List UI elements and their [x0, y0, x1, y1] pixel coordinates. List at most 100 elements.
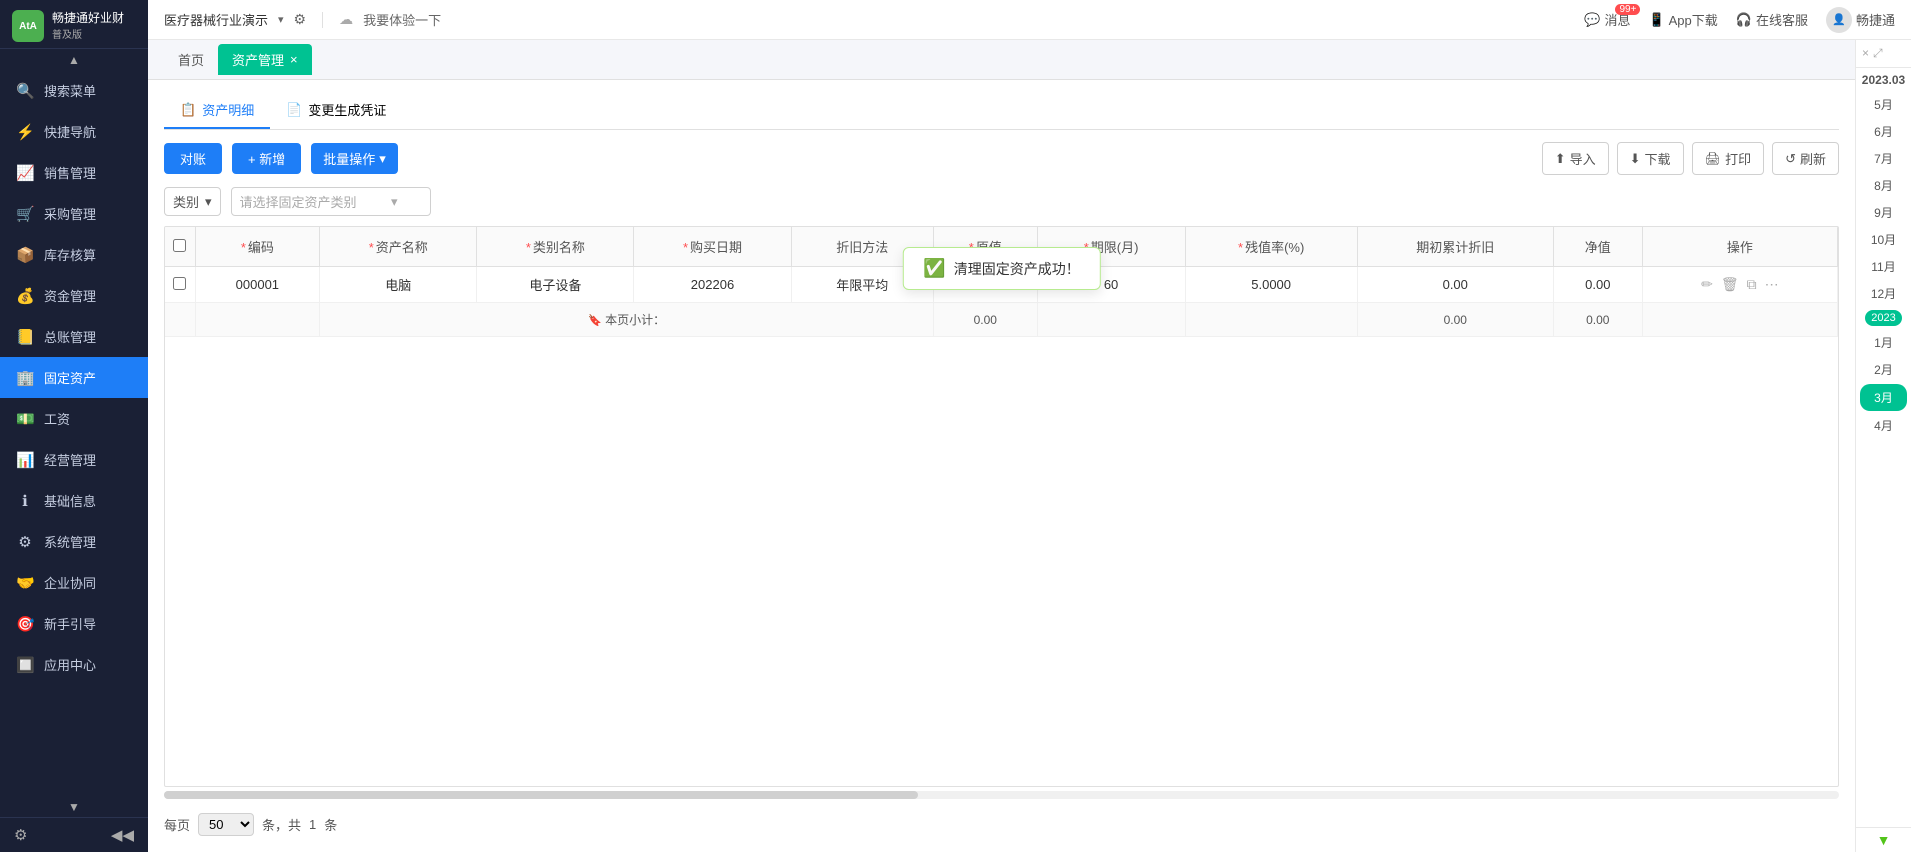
- topbar-right: 💬 消息 99+ 📱 App下载 🎧 在线客服 👤 畅捷通: [1584, 7, 1895, 33]
- sidebar-item-basic-info[interactable]: ℹ 基础信息: [0, 480, 148, 521]
- sidebar-item-label: 库存核算: [44, 245, 96, 264]
- month-3-current[interactable]: 3月: [1860, 384, 1907, 411]
- sidebar-item-label: 企业协同: [44, 573, 96, 592]
- month-6[interactable]: 6月: [1856, 118, 1911, 145]
- right-panel-close-icon[interactable]: ×: [1862, 46, 1869, 61]
- subtotal-label: 本页小计：: [605, 313, 665, 327]
- category-filter-select[interactable]: 类别 ▾: [164, 187, 221, 216]
- month-5[interactable]: 5月: [1856, 91, 1911, 118]
- delete-button[interactable]: 🗑: [1721, 276, 1739, 293]
- change-voucher-icon: 📄: [286, 102, 302, 118]
- sidebar-item-purchase[interactable]: 🛒 采购管理: [0, 193, 148, 234]
- experience-text[interactable]: 我要体验一下: [363, 10, 441, 29]
- print-button[interactable]: 🖨 打印: [1692, 142, 1765, 175]
- category-dropdown[interactable]: 请选择固定资产类别 ▾: [231, 187, 431, 216]
- month-2[interactable]: 2月: [1856, 356, 1911, 383]
- month-10[interactable]: 10月: [1856, 226, 1911, 253]
- app-download-button[interactable]: 📱 App下载: [1648, 10, 1717, 29]
- topbar-gear-icon[interactable]: ⚙: [294, 11, 307, 28]
- company-dropdown-icon[interactable]: ▾: [278, 13, 284, 26]
- collapse-icon[interactable]: ◀◀: [111, 826, 134, 844]
- user-button[interactable]: 👤 畅捷通: [1826, 7, 1895, 33]
- edit-button[interactable]: ✏: [1701, 276, 1713, 293]
- batch-ops-button[interactable]: 批量操作 ▾: [311, 143, 398, 174]
- subtotal-residual-rate: [1185, 303, 1357, 337]
- select-all-checkbox[interactable]: [173, 239, 186, 252]
- tab-asset-detail[interactable]: 📋 资产明细: [164, 92, 270, 129]
- sidebar-item-sales[interactable]: 📈 销售管理: [0, 152, 148, 193]
- right-panel-down-icon[interactable]: ▼: [1877, 832, 1891, 848]
- sidebar-item-app-center[interactable]: 🔲 应用中心: [0, 644, 148, 685]
- online-service-button[interactable]: 🎧 在线客服: [1736, 10, 1808, 29]
- sidebar-item-label: 销售管理: [44, 163, 96, 182]
- tab-asset-management[interactable]: 资产管理 ×: [218, 44, 312, 75]
- header-opening-accumulated: 期初累计折旧: [1357, 227, 1553, 267]
- sidebar-item-search[interactable]: 🔍 搜索菜单: [0, 70, 148, 111]
- enterprise-icon: 🤝: [16, 574, 34, 592]
- month-7[interactable]: 7月: [1856, 145, 1911, 172]
- batch-ops-arrow: ▾: [379, 151, 386, 167]
- horizontal-scrollbar[interactable]: [164, 791, 1839, 799]
- month-11[interactable]: 11月: [1856, 253, 1911, 280]
- month-8[interactable]: 8月: [1856, 172, 1911, 199]
- copy-button[interactable]: ⧉: [1747, 276, 1757, 293]
- cell-actions: ✏ 🗑 ⧉ ⋯: [1642, 267, 1837, 303]
- row-checkbox[interactable]: [173, 277, 186, 290]
- sidebar-item-label: 应用中心: [44, 655, 96, 674]
- month-4[interactable]: 4月: [1856, 412, 1911, 439]
- sidebar-item-inventory[interactable]: 📦 库存核算: [0, 234, 148, 275]
- month-9[interactable]: 9月: [1856, 199, 1911, 226]
- refresh-button[interactable]: ↺ 刷新: [1772, 142, 1839, 175]
- company-name: 医疗器械行业演示: [164, 10, 268, 29]
- import-button[interactable]: ⬆ 导入: [1542, 142, 1609, 175]
- sidebar-menu: 🔍 搜索菜单 ⚡ 快捷导航 📈 销售管理 🛒 采购管理 📦 库存核算 💰 资金管…: [0, 70, 148, 796]
- cell-residual-rate: 5.0000: [1185, 267, 1357, 303]
- month-1[interactable]: 1月: [1856, 329, 1911, 356]
- toolbar-right: ⬆ 导入 ⬇ 下载 🖨 打印 ↺ 刷新: [1542, 142, 1839, 175]
- messages-button[interactable]: 💬 消息 99+: [1584, 10, 1630, 29]
- refresh-icon: ↺: [1785, 151, 1796, 167]
- tab-asset-label: 资产管理: [232, 50, 284, 69]
- tab-close-icon[interactable]: ×: [290, 52, 298, 67]
- inventory-icon: 📦: [16, 246, 34, 264]
- sidebar-item-label: 资金管理: [44, 286, 96, 305]
- sidebar-item-finance[interactable]: 💰 资金管理: [0, 275, 148, 316]
- search-icon: 🔍: [16, 82, 34, 100]
- settings-icon[interactable]: ⚙: [14, 826, 27, 844]
- sidebar-item-enterprise[interactable]: 🤝 企业协同: [0, 562, 148, 603]
- more-button[interactable]: ⋯: [1765, 276, 1779, 293]
- subtotal-actions: [1642, 303, 1837, 337]
- sidebar-item-payroll[interactable]: 💵 工资: [0, 398, 148, 439]
- tab-home[interactable]: 首页: [164, 44, 218, 75]
- right-panel-expand-icon[interactable]: ⤢: [1873, 46, 1883, 61]
- sidebar-item-quick-nav[interactable]: ⚡ 快捷导航: [0, 111, 148, 152]
- sidebar-item-guide[interactable]: 🎯 新手引导: [0, 603, 148, 644]
- right-panel-year-label: 2023.03: [1856, 68, 1911, 91]
- app-download-icon: 📱: [1648, 12, 1664, 28]
- right-panel-bottom: ▼: [1856, 827, 1911, 852]
- message-badge: 99+: [1615, 4, 1640, 15]
- sidebar-scroll-down[interactable]: ▼: [0, 796, 148, 817]
- new-button[interactable]: + 新增: [232, 143, 301, 174]
- per-page-select[interactable]: 50 100 200: [198, 813, 254, 836]
- header-checkbox-cell: [165, 227, 195, 267]
- fixed-assets-icon: 🏢: [16, 369, 34, 387]
- avatar: 👤: [1826, 7, 1852, 33]
- sidebar-item-system[interactable]: ⚙ 系统管理: [0, 521, 148, 562]
- month-12[interactable]: 12月: [1856, 280, 1911, 307]
- sidebar-item-operations[interactable]: 📊 经营管理: [0, 439, 148, 480]
- sidebar-item-label: 快捷导航: [44, 122, 96, 141]
- sidebar-item-fixed-assets[interactable]: 🏢 固定资产: [0, 357, 148, 398]
- sidebar-item-ledger[interactable]: 📒 总账管理: [0, 316, 148, 357]
- app-name: 畅捷通好业财: [52, 11, 124, 27]
- reconcile-button[interactable]: 对账: [164, 143, 222, 174]
- tab-change-voucher[interactable]: 📄 变更生成凭证: [270, 92, 402, 129]
- year-badge[interactable]: 2023: [1865, 310, 1901, 326]
- cell-opening-accumulated: 0.00: [1357, 267, 1553, 303]
- sidebar-scroll-up[interactable]: ▲: [0, 49, 148, 70]
- sidebar-footer: ⚙ ◀◀: [0, 817, 148, 852]
- quick-nav-icon: ⚡: [16, 123, 34, 141]
- sidebar-item-label: 经营管理: [44, 450, 96, 469]
- download-button[interactable]: ⬇ 下载: [1617, 142, 1684, 175]
- scrollbar-thumb[interactable]: [164, 791, 918, 799]
